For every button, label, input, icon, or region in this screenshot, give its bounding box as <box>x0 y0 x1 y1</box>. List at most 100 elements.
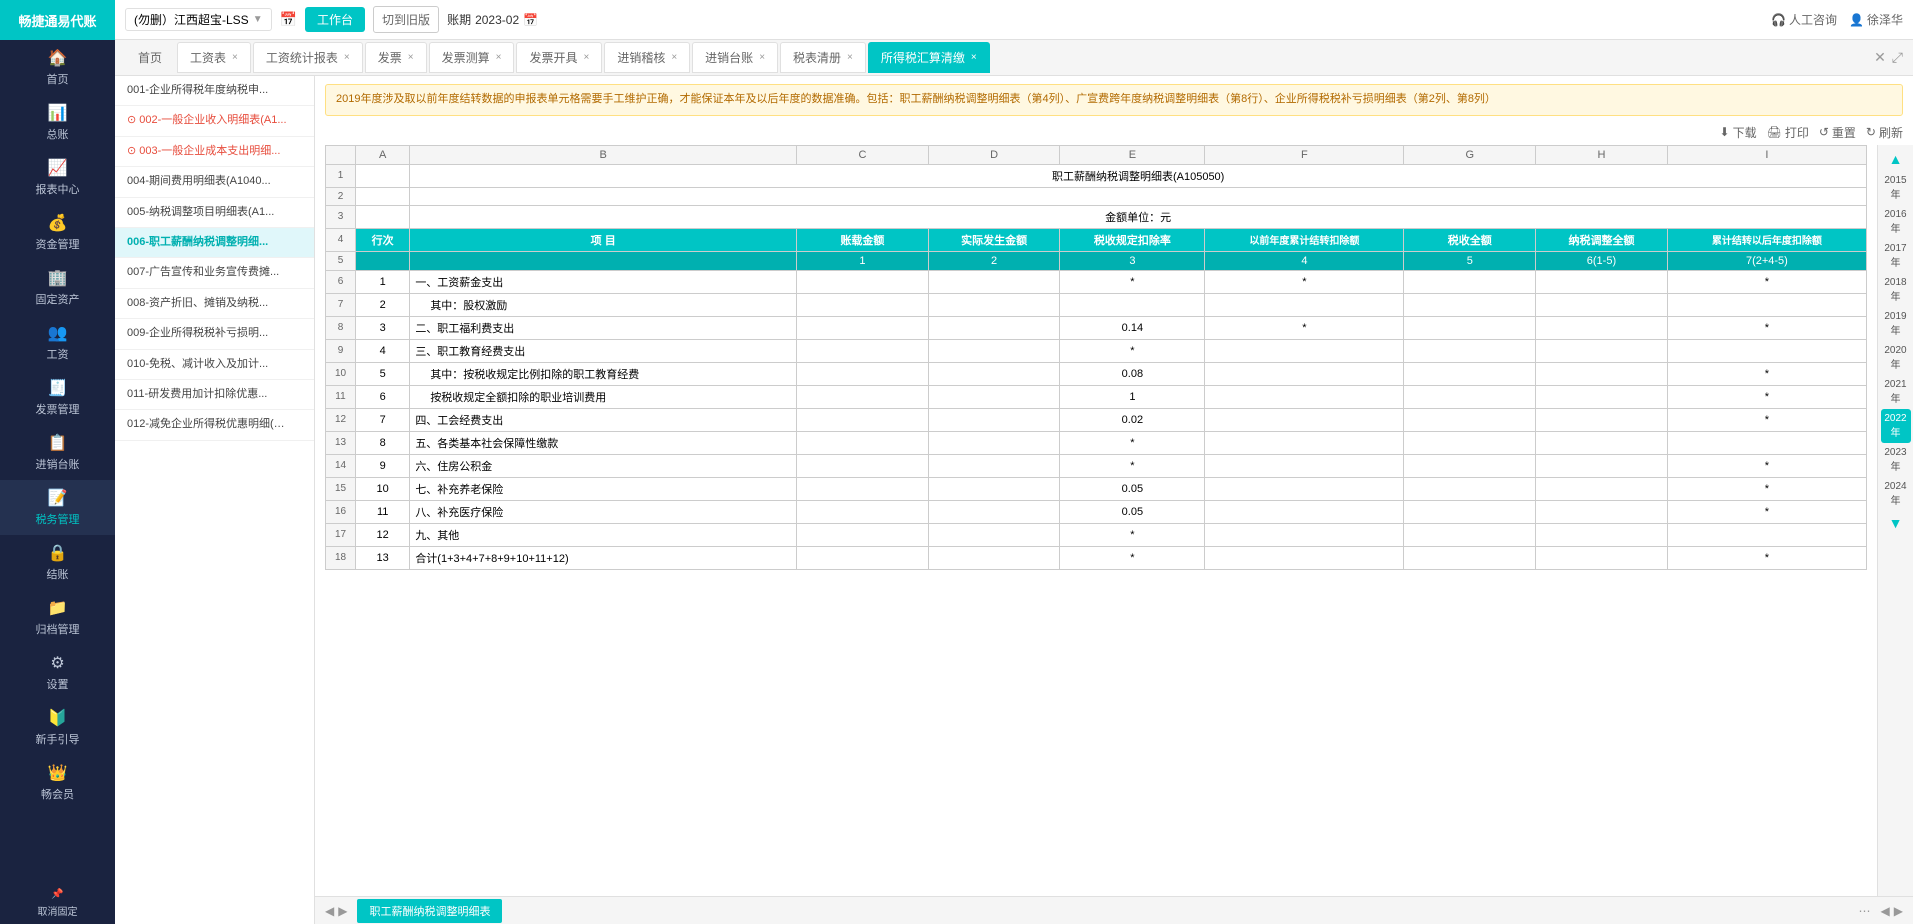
year-item-2018年[interactable]: 2018年 <box>1881 273 1911 307</box>
cell-c-5[interactable] <box>797 362 929 385</box>
tab-close-icon[interactable]: × <box>847 52 853 63</box>
cell-e-5[interactable]: 0.08 <box>1060 362 1205 385</box>
cell-g-12[interactable] <box>1404 523 1536 546</box>
cell-seq-2[interactable]: 2 <box>356 293 410 316</box>
list-item-008[interactable]: 008-资产折旧、摊销及纳税... <box>115 289 314 319</box>
list-item-009[interactable]: 009-企业所得税税补亏损明... <box>115 319 314 349</box>
cell-c-6[interactable] <box>797 385 929 408</box>
period-calendar-icon[interactable]: 📅 <box>523 13 538 27</box>
cell-e-12[interactable]: * <box>1060 523 1205 546</box>
tab-close-icon[interactable]: × <box>671 52 677 63</box>
cell-h-7[interactable] <box>1536 408 1668 431</box>
cell-seq-1[interactable]: 1 <box>356 270 410 293</box>
cell-seq-5[interactable]: 5 <box>356 362 410 385</box>
cell-g-3[interactable] <box>1404 316 1536 339</box>
year-item-2015年[interactable]: 2015年 <box>1881 171 1911 205</box>
cell-seq-10[interactable]: 10 <box>356 477 410 500</box>
tab-税表清册[interactable]: 税表清册× <box>780 42 866 73</box>
cell-d-8[interactable] <box>928 431 1060 454</box>
cell-item-2[interactable]: 其中：股权激励 <box>410 293 797 316</box>
cell-h-2[interactable] <box>1536 293 1668 316</box>
cell-c-3[interactable] <box>797 316 929 339</box>
cell-h-9[interactable] <box>1536 454 1668 477</box>
cell-i-5[interactable]: * <box>1667 362 1866 385</box>
cell-c-10[interactable] <box>797 477 929 500</box>
cell-h-1[interactable] <box>1536 270 1668 293</box>
cell-f-5[interactable] <box>1205 362 1404 385</box>
cell-i-11[interactable]: * <box>1667 500 1866 523</box>
cell-i-13[interactable]: * <box>1667 546 1866 569</box>
cell-item-12[interactable]: 九、其他 <box>410 523 797 546</box>
year-item-2016年[interactable]: 2016年 <box>1881 205 1911 239</box>
cell-f-4[interactable] <box>1205 339 1404 362</box>
sidebar-item-unpin[interactable]: 📌 取消固定 <box>0 883 115 924</box>
cell-seq-7[interactable]: 7 <box>356 408 410 431</box>
cell-i-4[interactable] <box>1667 339 1866 362</box>
scroll-right-icon[interactable]: ▶ <box>338 904 347 918</box>
cell-item-4[interactable]: 三、职工教育经费支出 <box>410 339 797 362</box>
sidebar-item-reports[interactable]: 📈报表中心 <box>0 150 115 205</box>
cell-d-1[interactable] <box>928 270 1060 293</box>
cell-f-9[interactable] <box>1205 454 1404 477</box>
sidebar-item-assets[interactable]: 🏢固定资产 <box>0 260 115 315</box>
cell-g-4[interactable] <box>1404 339 1536 362</box>
cell-h-13[interactable] <box>1536 546 1668 569</box>
cell-h-6[interactable] <box>1536 385 1668 408</box>
cell-i-2[interactable] <box>1667 293 1866 316</box>
tab-发票测算[interactable]: 发票测算× <box>429 42 515 73</box>
cell-seq-11[interactable]: 11 <box>356 500 410 523</box>
sidebar-item-archive[interactable]: 📁归档管理 <box>0 590 115 645</box>
tab-close-icon[interactable]: × <box>759 52 765 63</box>
cell-2a[interactable] <box>356 187 410 205</box>
sidebar-item-settings[interactable]: ⚙设置 <box>0 645 115 700</box>
cell-d-2[interactable] <box>928 293 1060 316</box>
company-selector[interactable]: (勿删）江西超宝-LSS ▼ <box>125 8 272 31</box>
cell-d-9[interactable] <box>928 454 1060 477</box>
tab-close-icon[interactable]: × <box>583 52 589 63</box>
cell-seq-12[interactable]: 12 <box>356 523 410 546</box>
cell-item-5[interactable]: 其中：按税收规定比例扣除的职工教育经费 <box>410 362 797 385</box>
cell-item-11[interactable]: 八、补充医疗保险 <box>410 500 797 523</box>
cell-e-11[interactable]: 0.05 <box>1060 500 1205 523</box>
cell-item-3[interactable]: 二、职工福利费支出 <box>410 316 797 339</box>
cell-i-9[interactable]: * <box>1667 454 1866 477</box>
cell-i-10[interactable]: * <box>1667 477 1866 500</box>
cell-e-2[interactable] <box>1060 293 1205 316</box>
cell-c-2[interactable] <box>797 293 929 316</box>
cell-h-5[interactable] <box>1536 362 1668 385</box>
cell-i-8[interactable] <box>1667 431 1866 454</box>
cell-i-3[interactable]: * <box>1667 316 1866 339</box>
cell-e-10[interactable]: 0.05 <box>1060 477 1205 500</box>
list-item-007[interactable]: 007-广告宣传和业务宣传费摊... <box>115 258 314 288</box>
cell-seq-4[interactable]: 4 <box>356 339 410 362</box>
cell-seq-8[interactable]: 8 <box>356 431 410 454</box>
maximize-icon[interactable]: ⤢ <box>1892 49 1903 66</box>
h-scroll-left-icon[interactable]: ◀ <box>1881 904 1890 918</box>
cell-e-4[interactable]: * <box>1060 339 1205 362</box>
cell-c-4[interactable] <box>797 339 929 362</box>
cell-e-3[interactable]: 0.14 <box>1060 316 1205 339</box>
year-item-2024年[interactable]: 2024年 <box>1881 477 1911 511</box>
list-item-001[interactable]: 001-企业所得税年度纳税申... <box>115 76 314 106</box>
tab-发票开具[interactable]: 发票开具× <box>516 42 602 73</box>
cell-item-1[interactable]: 一、工资薪金支出 <box>410 270 797 293</box>
h-scroll-right-icon[interactable]: ▶ <box>1894 904 1903 918</box>
cell-h-12[interactable] <box>1536 523 1668 546</box>
cell-g-11[interactable] <box>1404 500 1536 523</box>
year-nav-down[interactable]: ▼ <box>1887 513 1905 533</box>
cell-item-9[interactable]: 六、住房公积金 <box>410 454 797 477</box>
cell-e-8[interactable]: * <box>1060 431 1205 454</box>
print-button[interactable]: 🖨 打印 <box>1767 124 1809 141</box>
cell-seq-6[interactable]: 6 <box>356 385 410 408</box>
cell-i-7[interactable]: * <box>1667 408 1866 431</box>
year-item-2019年[interactable]: 2019年 <box>1881 307 1911 341</box>
cell-f-6[interactable] <box>1205 385 1404 408</box>
scroll-left-icon[interactable]: ◀ <box>325 904 334 918</box>
cell-d-13[interactable] <box>928 546 1060 569</box>
cell-1a[interactable] <box>356 164 410 187</box>
cell-g-9[interactable] <box>1404 454 1536 477</box>
cell-h-8[interactable] <box>1536 431 1668 454</box>
refresh-button[interactable]: ↻ 刷新 <box>1866 124 1903 141</box>
cell-h-10[interactable] <box>1536 477 1668 500</box>
cell-g-8[interactable] <box>1404 431 1536 454</box>
